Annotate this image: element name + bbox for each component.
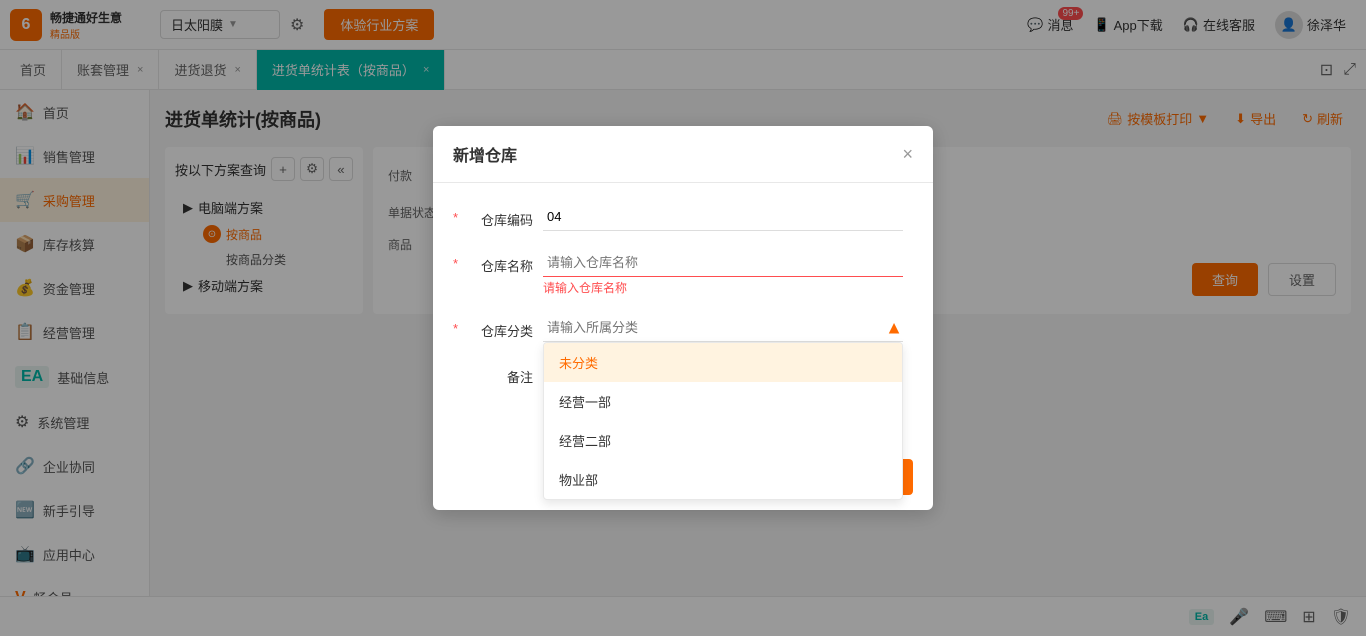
name-input[interactable]: [543, 249, 903, 277]
dropdown-item-3[interactable]: 物业部: [544, 460, 902, 499]
dropdown-item-0[interactable]: 未分类: [544, 343, 902, 382]
modal-header: 新增仓库 ×: [433, 126, 933, 183]
name-label: 仓库名称: [463, 249, 533, 275]
form-row-code: 仓库编码: [463, 203, 903, 231]
name-error-text: 请输入仓库名称: [543, 279, 903, 296]
code-input[interactable]: [543, 203, 903, 231]
modal-title: 新增仓库: [453, 142, 517, 166]
dropdown-item-1[interactable]: 经营一部: [544, 382, 902, 421]
modal-overlay[interactable]: 新增仓库 × 仓库编码 仓库名称 请输入仓库名称 仓库分类: [0, 0, 1366, 636]
category-label: 仓库分类: [463, 314, 533, 340]
category-dropdown: 未分类 经营一部 经营二部 物业部: [543, 342, 903, 500]
modal-body: 仓库编码 仓库名称 请输入仓库名称 仓库分类 ▲: [433, 183, 933, 444]
add-warehouse-modal: 新增仓库 × 仓库编码 仓库名称 请输入仓库名称 仓库分类: [433, 126, 933, 510]
dropdown-item-2[interactable]: 经营二部: [544, 421, 902, 460]
modal-close-button[interactable]: ×: [902, 144, 913, 165]
code-field: [543, 203, 903, 231]
remark-label: 备注: [463, 360, 533, 386]
category-arrow-button[interactable]: ▲: [885, 318, 903, 339]
code-label: 仓库编码: [463, 203, 533, 229]
category-input[interactable]: [543, 314, 903, 342]
category-field: ▲ 未分类 经营一部 经营二部 物业部: [543, 314, 903, 342]
form-row-name: 仓库名称 请输入仓库名称: [463, 249, 903, 296]
form-row-category: 仓库分类 ▲ 未分类 经营一部 经营二部 物业部: [463, 314, 903, 342]
name-field: 请输入仓库名称: [543, 249, 903, 296]
